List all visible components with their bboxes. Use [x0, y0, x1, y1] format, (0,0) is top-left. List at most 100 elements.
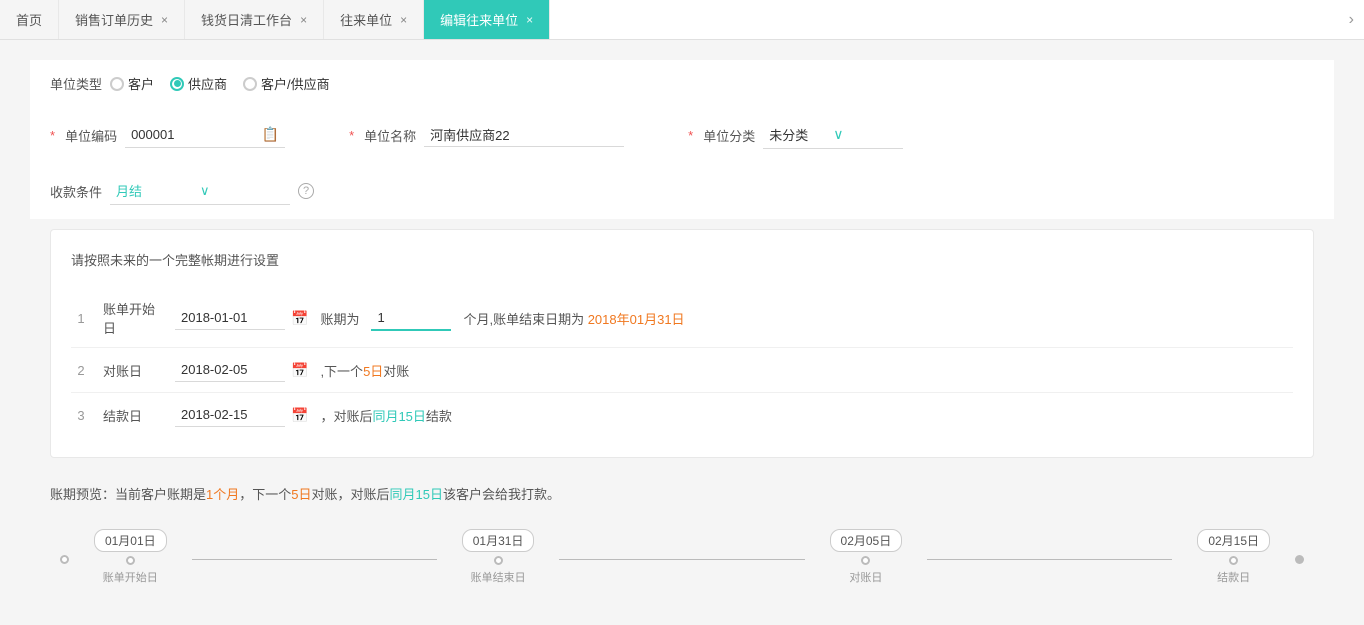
book-icon[interactable]: 📋 — [262, 126, 279, 143]
setting-row-2: 2 对账日 📅 ,下一个5日对账 — [71, 348, 1293, 393]
unit-code-input[interactable] — [131, 127, 262, 142]
tl-label-1: 账单开始日 — [103, 569, 158, 585]
row-num-2: 2 — [71, 363, 91, 378]
preview-section: 账期预览：当前客户账期是1个月，下一个5日对账，对账后同月15日该客户会给我打款… — [30, 468, 1334, 519]
tab-partner[interactable]: 往来单位 × — [324, 0, 424, 39]
close-tab-edit-partner[interactable]: × — [526, 13, 533, 27]
row-label-3: 结款日 — [103, 406, 163, 425]
settlement-highlight: 同月15日 — [372, 409, 425, 424]
tl-right-cap — [1295, 529, 1304, 564]
row-desc-2: ,下一个5日对账 — [320, 361, 409, 380]
tl-bubble-3: 02月05日 — [830, 529, 903, 552]
payment-terms-value: 月结 — [116, 181, 200, 200]
tl-bubble-1: 01月01日 — [94, 529, 167, 552]
radio-both[interactable]: 客户/供应商 — [243, 74, 330, 93]
unit-code-group: * 单位编码 📋 — [50, 122, 285, 148]
date-input-2[interactable] — [175, 358, 285, 382]
tl-dot-2 — [494, 556, 503, 565]
radio-customer-circle — [110, 77, 124, 91]
row-num-1: 1 — [71, 311, 91, 326]
tl-bubble-4: 02月15日 — [1197, 529, 1270, 552]
close-tab-cash-work[interactable]: × — [300, 13, 307, 27]
payment-terms-row: 收款条件 月结 ∨ ? — [30, 163, 1334, 219]
unit-name-group: * 单位名称 — [349, 123, 624, 147]
tl-node-3: 02月05日 对账日 — [805, 529, 928, 585]
setting-row-1: 1 账单开始日 📅 账期为 个月,账单结束日期为 2018年01月31日 — [71, 289, 1293, 348]
tl-line-2-3 — [559, 559, 804, 560]
radio-supplier[interactable]: 供应商 — [170, 74, 227, 93]
question-icon[interactable]: ? — [298, 183, 314, 199]
radio-customer[interactable]: 客户 — [110, 74, 154, 93]
unit-classify-label: 单位分类 — [703, 126, 755, 145]
row-num-3: 3 — [71, 408, 91, 423]
preview-h1: 1个月 — [206, 487, 239, 502]
tl-label-4: 结款日 — [1217, 569, 1250, 585]
tl-node-2: 01月31日 账单结束日 — [437, 529, 560, 585]
unit-classify-value: 未分类 — [769, 125, 833, 144]
tab-edit-partner[interactable]: 编辑往来单位 × — [424, 0, 550, 39]
payment-terms-label: 收款条件 — [50, 182, 102, 201]
unit-type-radio-group: 客户 供应商 客户/供应商 — [110, 74, 330, 93]
calendar-icon-1[interactable]: 📅 — [291, 310, 308, 327]
tab-nav-more[interactable]: › — [1339, 11, 1364, 29]
tl-line-3-4 — [927, 559, 1172, 560]
reconcile-highlight: 5日 — [363, 364, 383, 379]
unit-name-label: 单位名称 — [364, 126, 416, 145]
tl-node-container-2: 01月31日 账单结束日 — [462, 529, 535, 585]
tl-bubble-2: 01月31日 — [462, 529, 535, 552]
unit-info-row: * 单位编码 📋 * 单位名称 * 单位分类 未分类 ∨ — [30, 107, 1334, 163]
panel-hint: 请按照未来的一个完整帐期进行设置 — [71, 250, 1293, 269]
payment-terms-group: 收款条件 月结 ∨ ? — [50, 177, 314, 205]
tl-label-3: 对账日 — [849, 569, 882, 585]
date-input-wrap-1: 📅 — [175, 306, 308, 330]
payment-terms-chevron-icon: ∨ — [200, 183, 284, 199]
settings-panel: 请按照未来的一个完整帐期进行设置 1 账单开始日 📅 账期为 个月,账单结束日期… — [50, 229, 1314, 458]
form-section: 单位类型 客户 供应商 客户/供应商 — [30, 60, 1334, 219]
tl-node-container-4: 02月15日 结款日 — [1197, 529, 1270, 585]
unit-classify-select[interactable]: 未分类 ∨ — [763, 121, 903, 149]
preview-h2: 5日 — [291, 487, 311, 502]
tl-node-1: 01月01日 账单开始日 — [69, 529, 192, 585]
tl-node-4: 02月15日 结款日 — [1172, 529, 1295, 585]
unit-code-input-wrap: 📋 — [125, 122, 285, 148]
date-input-3[interactable] — [175, 403, 285, 427]
radio-supplier-circle — [170, 77, 184, 91]
setting-row-3: 3 结款日 📅 ，对账后同月15日结款 — [71, 393, 1293, 437]
preview-h3: 同月15日 — [390, 487, 443, 502]
classify-chevron-icon: ∨ — [833, 126, 897, 143]
tl-dot-1 — [126, 556, 135, 565]
period-label-1: 账期为 — [320, 309, 359, 328]
date-input-1[interactable] — [175, 306, 285, 330]
tl-label-2: 账单结束日 — [471, 569, 526, 585]
unit-classify-group: * 单位分类 未分类 ∨ — [688, 121, 903, 149]
timeline-section: 01月01日 账单开始日 01月31日 账单结束日 02 — [30, 519, 1334, 605]
radio-both-circle — [243, 77, 257, 91]
tab-bar: 首页 销售订单历史 × 钱货日清工作台 × 往来单位 × 编辑往来单位 × › — [0, 0, 1364, 40]
period-end-1: 2018年01月31日 — [588, 312, 685, 327]
unit-type-label: 单位类型 — [50, 74, 102, 93]
unit-code-star: * — [50, 128, 55, 143]
tab-home[interactable]: 首页 — [0, 0, 59, 39]
unit-name-star: * — [349, 128, 354, 143]
tl-left-cap — [60, 529, 69, 564]
radio-customer-label: 客户 — [128, 74, 154, 93]
period-input-1[interactable] — [371, 306, 451, 331]
unit-name-input[interactable] — [424, 123, 624, 147]
unit-type-row: 单位类型 客户 供应商 客户/供应商 — [30, 60, 1334, 107]
row-label-2: 对账日 — [103, 361, 163, 380]
unit-code-label: 单位编码 — [65, 126, 117, 145]
calendar-icon-2[interactable]: 📅 — [291, 362, 308, 379]
tl-dot-3 — [861, 556, 870, 565]
date-input-wrap-3: 📅 — [175, 403, 308, 427]
tl-right-dot — [1295, 555, 1304, 564]
calendar-icon-3[interactable]: 📅 — [291, 407, 308, 424]
tab-sales-history[interactable]: 销售订单历史 × — [59, 0, 185, 39]
tl-left-dot — [60, 555, 69, 564]
row-desc-3: ，对账后同月15日结款 — [320, 406, 452, 425]
close-tab-sales-history[interactable]: × — [161, 13, 168, 27]
close-tab-partner[interactable]: × — [400, 13, 407, 27]
main-content: 单位类型 客户 供应商 客户/供应商 — [0, 40, 1364, 625]
tab-cash-work[interactable]: 钱货日清工作台 × — [185, 0, 324, 39]
payment-terms-select[interactable]: 月结 ∨ — [110, 177, 290, 205]
row-label-1: 账单开始日 — [103, 299, 163, 337]
